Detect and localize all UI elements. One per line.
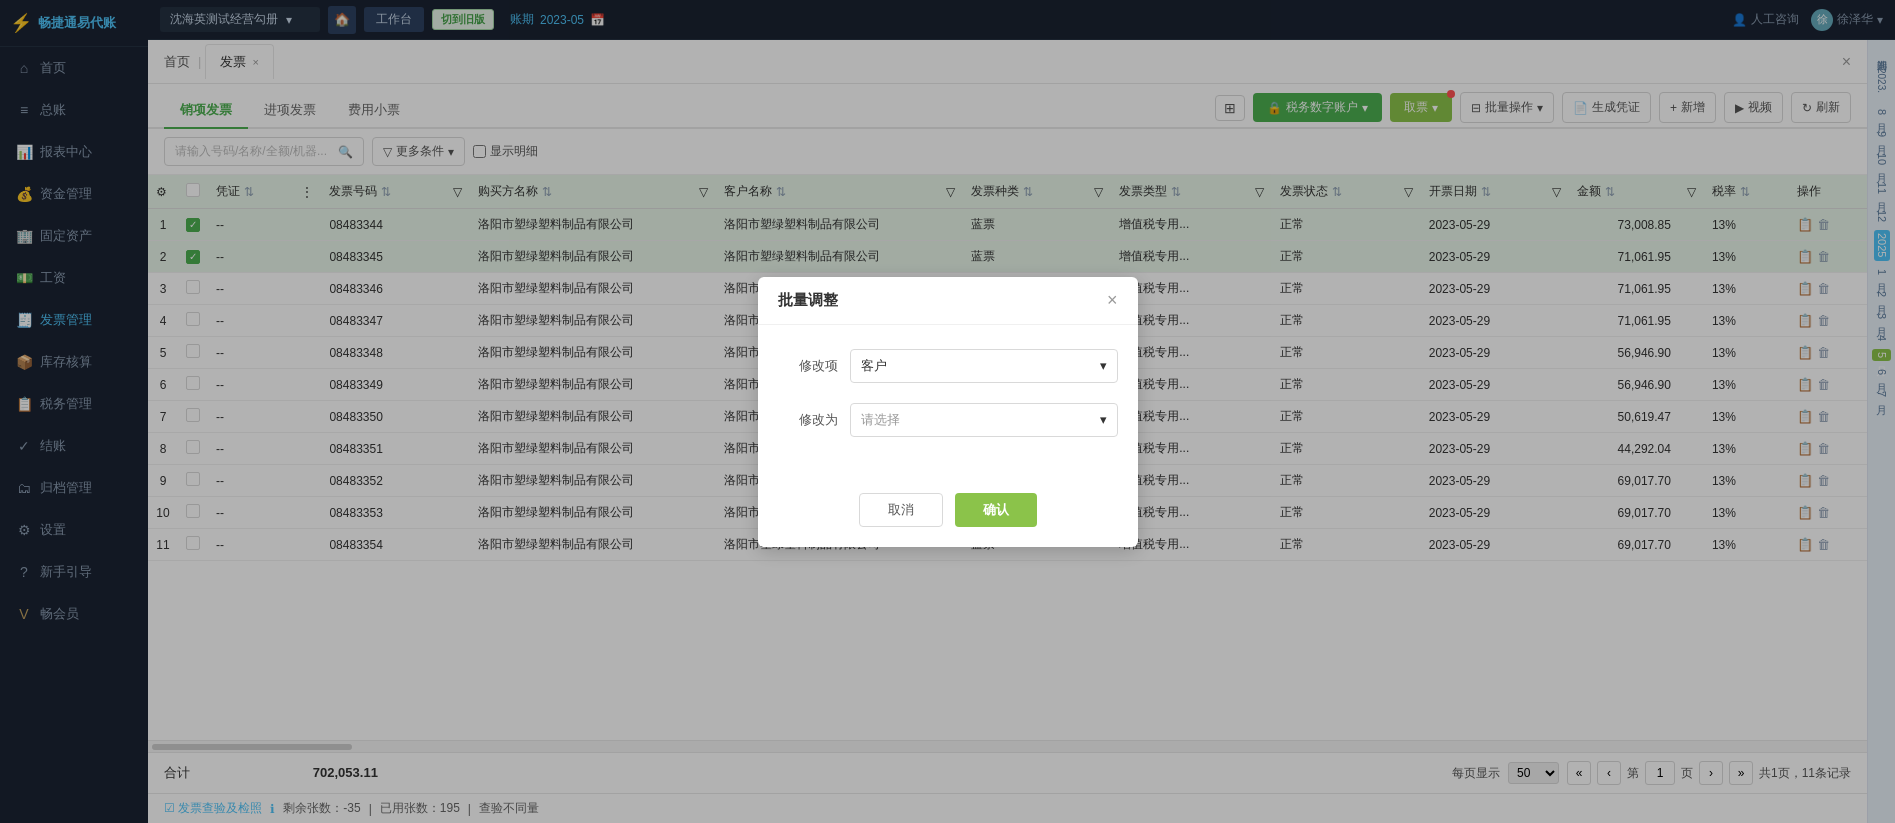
modal-body: 修改项 客户 ▾ 修改为 请选择 ▾ (758, 325, 1138, 481)
confirm-btn[interactable]: 确认 (955, 493, 1037, 527)
modal-close-btn[interactable]: × (1107, 291, 1118, 309)
batch-adjust-modal: 批量调整 × 修改项 客户 ▾ 修改为 请选择 ▾ 取消 确认 (758, 277, 1138, 547)
change-dropdown-icon: ▾ (1100, 412, 1107, 427)
modal-field-select[interactable]: 客户 ▾ (850, 349, 1118, 383)
modal-change-label: 修改为 (778, 411, 838, 429)
modal-overlay[interactable]: 批量调整 × 修改项 客户 ▾ 修改为 请选择 ▾ 取消 确认 (0, 0, 1895, 823)
modal-field-label: 修改项 (778, 357, 838, 375)
modal-change-select[interactable]: 请选择 ▾ (850, 403, 1118, 437)
modal-change-row: 修改为 请选择 ▾ (778, 403, 1118, 437)
modal-change-placeholder: 请选择 (861, 411, 900, 429)
modal-field-value: 客户 (861, 357, 887, 375)
modal-title: 批量调整 (778, 291, 838, 310)
modal-footer: 取消 确认 (758, 481, 1138, 547)
modal-header: 批量调整 × (758, 277, 1138, 325)
field-dropdown-icon: ▾ (1100, 358, 1107, 373)
modal-field-row: 修改项 客户 ▾ (778, 349, 1118, 383)
cancel-btn[interactable]: 取消 (859, 493, 943, 527)
